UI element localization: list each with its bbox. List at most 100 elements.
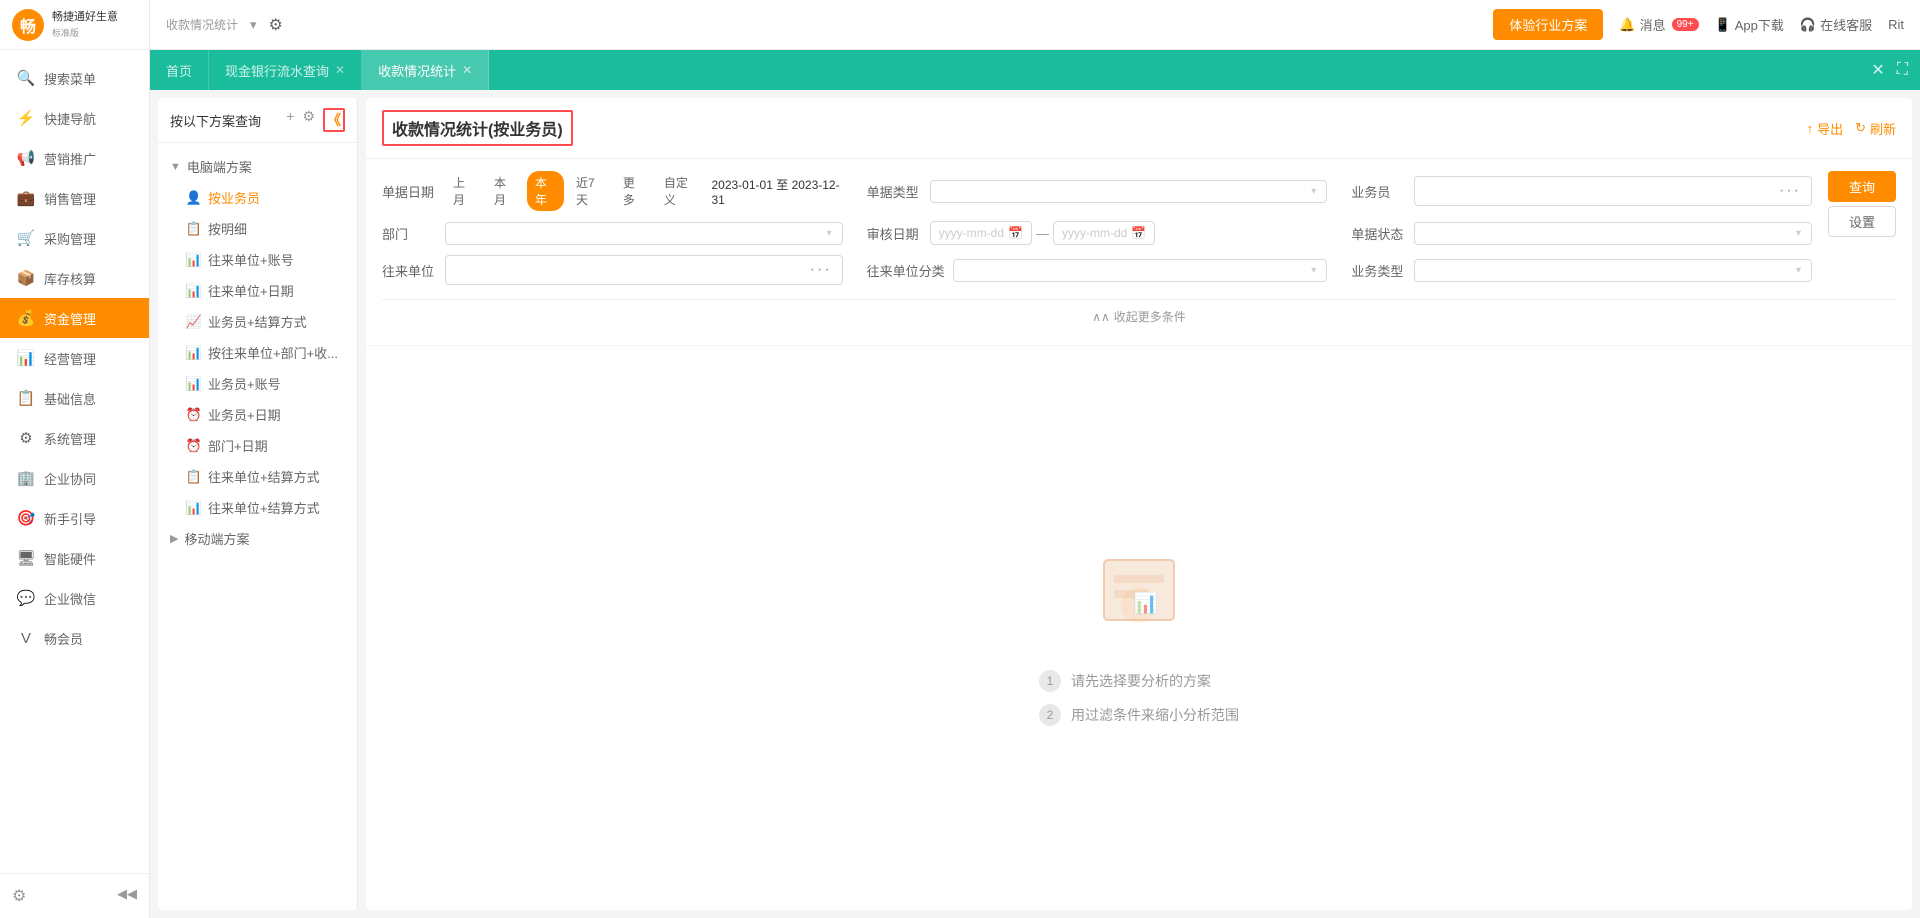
- tab-home[interactable]: 首页: [150, 50, 209, 90]
- refresh-icon: ↻: [1855, 120, 1866, 136]
- scheme-unit-settle1-label: 往来单位+结算方式: [208, 467, 320, 486]
- doctype-dropdown[interactable]: ▾: [930, 180, 1328, 203]
- customer-dots-icon[interactable]: ···: [810, 261, 832, 279]
- mobile-scheme-label: 移动端方案: [184, 529, 249, 548]
- tabs-controls: ✕ ⛶: [1859, 50, 1920, 90]
- app-download-action[interactable]: 📱 App下载: [1715, 15, 1784, 34]
- trial-btn[interactable]: 体验行业方案: [1493, 9, 1603, 40]
- empty-illustration: 📊: [1079, 530, 1199, 650]
- tree-child-by-detail[interactable]: 📋 按明细: [158, 213, 357, 244]
- vip-icon: V: [16, 628, 36, 648]
- customer-input[interactable]: ···: [445, 255, 843, 285]
- sidebar-item-wechat[interactable]: 💬 企业微信: [0, 578, 149, 618]
- tree-child-salesperson-account[interactable]: 📊 业务员+账号: [158, 368, 357, 399]
- review-date-start[interactable]: yyyy-mm-dd 📅: [930, 221, 1032, 245]
- sidebar-item-finance[interactable]: 💰 资金管理: [0, 298, 149, 338]
- scheme-unit-account-label: 往来单位+账号: [208, 250, 294, 269]
- filter-date-item: 单据日期 上月 本月 本年 近7天 更多 自定义: [382, 171, 843, 211]
- sidebar: 畅 畅捷通好生意 标准版 🔍 搜索菜单 ⚡ 快捷导航 📢 营销推广 💼 销售管理…: [0, 0, 150, 918]
- sidebar-item-operation[interactable]: 📊 经营管理: [0, 338, 149, 378]
- tab-bank[interactable]: 现金银行流水查询 ✕: [209, 50, 362, 90]
- account-icon: 📊: [186, 376, 202, 392]
- salesperson-dots-icon[interactable]: ···: [1779, 182, 1801, 200]
- date-tab-this-year[interactable]: 本年: [527, 171, 564, 211]
- date-tab-this-month[interactable]: 本月: [486, 171, 523, 211]
- topbar-left: 收款情况统计 ▾ ⚙: [166, 15, 283, 35]
- sidebar-item-label: 资金管理: [44, 309, 96, 328]
- bar-icon: 📈: [186, 314, 202, 330]
- customer-category-dropdown[interactable]: ▾: [953, 259, 1328, 282]
- sidebar-item-enterprise[interactable]: 🏢 企业协同: [0, 458, 149, 498]
- sidebar-item-label: 企业协同: [44, 469, 96, 488]
- sidebar-item-inventory[interactable]: 📦 库存核算: [0, 258, 149, 298]
- tab-collection-close-icon[interactable]: ✕: [462, 63, 472, 77]
- sidebar-item-guide[interactable]: 🎯 新手引导: [0, 498, 149, 538]
- tree-child-unit-dept[interactable]: 📊 按往来单位+部门+收...: [158, 337, 357, 368]
- date-tab-more[interactable]: 更多: [615, 171, 652, 211]
- scheme-settings-icon[interactable]: ⚙: [302, 108, 315, 132]
- tree-child-salesperson-date[interactable]: ⏰ 业务员+日期: [158, 399, 357, 430]
- sidebar-item-member[interactable]: V 畅会员: [0, 618, 149, 658]
- tab-collection[interactable]: 收款情况统计 ✕: [362, 50, 489, 90]
- tree-child-unit-settle2[interactable]: 📊 往来单位+结算方式: [158, 492, 357, 523]
- docstatus-dropdown[interactable]: ▾: [1414, 222, 1812, 245]
- logo-text-block: 畅捷通好生意 标准版: [52, 10, 118, 38]
- date-range-sep: 至: [776, 178, 791, 192]
- sidebar-item-system[interactable]: ⚙ 系统管理: [0, 418, 149, 458]
- phone-icon: 📱: [1715, 17, 1731, 33]
- chat-icon: 💬: [16, 588, 36, 608]
- filter-docstatus-item: 单据状态 ▾: [1351, 222, 1812, 245]
- tree-child-by-salesperson[interactable]: 👤 按业务员: [158, 182, 357, 213]
- messages-action[interactable]: 🔔 消息 99+: [1619, 15, 1698, 34]
- tree-child-unit-account[interactable]: 📊 往来单位+账号: [158, 244, 357, 275]
- date-tab-custom[interactable]: 自定义: [656, 171, 704, 211]
- add-scheme-icon[interactable]: +: [286, 108, 294, 132]
- tab-bank-close-icon[interactable]: ✕: [335, 63, 345, 77]
- salesperson-input[interactable]: ···: [1414, 176, 1812, 206]
- sidebar-item-purchase[interactable]: 🛒 采购管理: [0, 218, 149, 258]
- date-tab-last7[interactable]: 近7天: [568, 171, 611, 211]
- tree-parent-mobile[interactable]: ▶ 移动端方案: [158, 523, 357, 554]
- refresh-btn[interactable]: ↻ 刷新: [1855, 119, 1896, 138]
- sidebar-item-basic[interactable]: 📋 基础信息: [0, 378, 149, 418]
- tree-child-unit-date[interactable]: 📊 往来单位+日期: [158, 275, 357, 306]
- scheme-collapse-icon[interactable]: 《: [323, 108, 345, 132]
- filter-customer-category-item: 往来单位分类 ▾: [867, 259, 1328, 282]
- sidebar-item-search[interactable]: 🔍 搜索菜单: [0, 58, 149, 98]
- dropdown-arrow-icon[interactable]: ▾: [250, 17, 257, 33]
- tree-child-unit-settle1[interactable]: 📋 往来单位+结算方式: [158, 461, 357, 492]
- collapse-filter-btn[interactable]: ∧∧ 收起更多条件: [382, 299, 1896, 333]
- query-button[interactable]: 查询: [1828, 171, 1896, 202]
- user-name[interactable]: Rit: [1888, 17, 1904, 32]
- grid-icon: 📊: [186, 252, 202, 268]
- doctype-label: 单据类型: [867, 182, 922, 201]
- biztype-dropdown[interactable]: ▾: [1414, 259, 1812, 282]
- date-range-display: 2023-01-01 至 2023-12-31: [711, 176, 842, 207]
- scheme-unit-settle2-label: 往来单位+结算方式: [208, 498, 320, 517]
- review-date-end[interactable]: yyyy-mm-dd 📅: [1053, 221, 1155, 245]
- online-service-action[interactable]: 🎧 在线客服: [1800, 15, 1872, 34]
- sidebar-item-sales[interactable]: 💼 销售管理: [0, 178, 149, 218]
- dept-dropdown[interactable]: ▾: [445, 222, 843, 245]
- scheme-by-detail-label: 按明细: [208, 219, 247, 238]
- footer-collapse-icon[interactable]: ◀◀: [117, 886, 137, 906]
- money-icon: 💰: [16, 308, 36, 328]
- tab-fullscreen-icon[interactable]: ⛶: [1897, 61, 1908, 79]
- step-1-label: 请先选择要分析的方案: [1071, 671, 1211, 691]
- topbar-settings-icon[interactable]: ⚙: [269, 15, 283, 35]
- sidebar-item-marketing[interactable]: 📢 营销推广: [0, 138, 149, 178]
- footer-settings-icon[interactable]: ⚙: [12, 886, 26, 906]
- monitor-icon: 🖥: [16, 548, 36, 568]
- sidebar-item-shortcut[interactable]: ⚡ 快捷导航: [0, 98, 149, 138]
- date-tab-last-month[interactable]: 上月: [445, 171, 482, 211]
- dept-label: 部门: [382, 224, 437, 243]
- tree-child-salesperson-settle[interactable]: 📈 业务员+结算方式: [158, 306, 357, 337]
- tree-child-dept-date[interactable]: ⏰ 部门+日期: [158, 430, 357, 461]
- export-btn[interactable]: ↑ 导出: [1807, 119, 1844, 138]
- bell-icon: 🔔: [1619, 17, 1635, 33]
- megaphone-icon: 📢: [16, 148, 36, 168]
- tab-close-all-icon[interactable]: ✕: [1871, 60, 1884, 80]
- tree-parent-desktop[interactable]: ▼ 电脑端方案: [158, 151, 357, 182]
- settings-button[interactable]: 设置: [1828, 206, 1896, 237]
- sidebar-item-hardware[interactable]: 🖥 智能硬件: [0, 538, 149, 578]
